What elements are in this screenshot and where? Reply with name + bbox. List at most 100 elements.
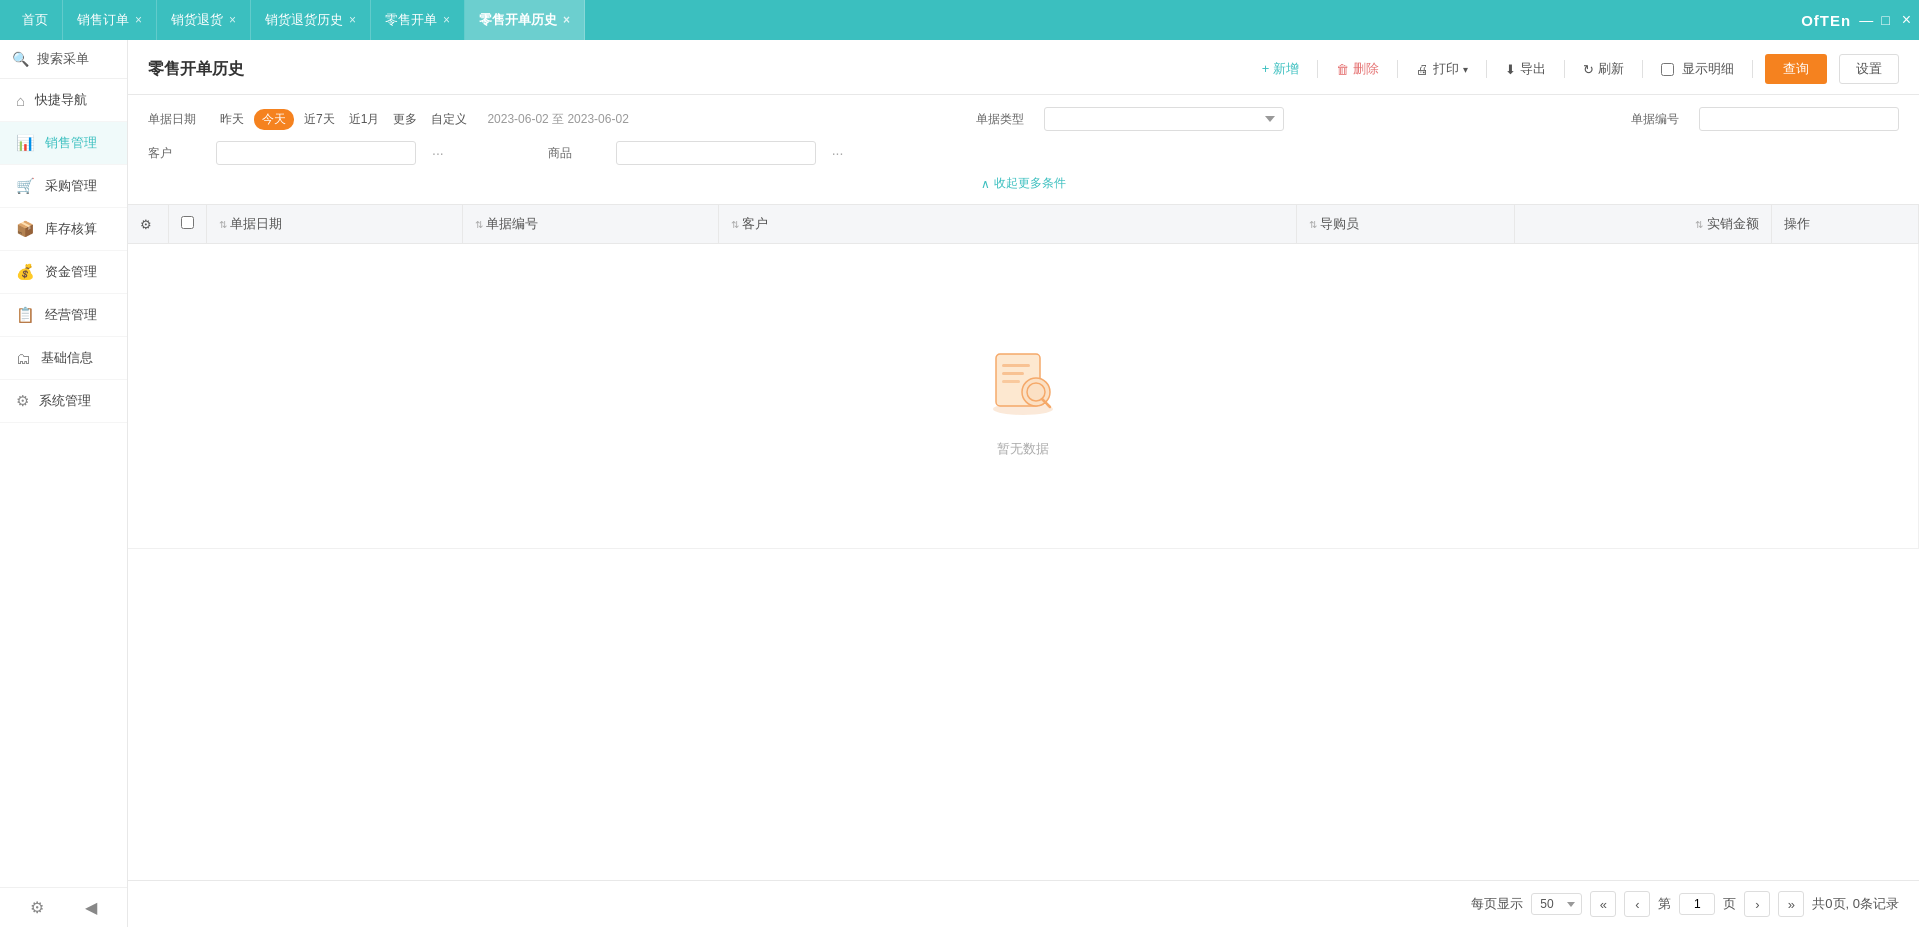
info-icon: 🗂 [16,350,31,367]
main-layout: 🔍 搜索采单 ⌂ 快捷导航 📊 销售管理 🛒 采购管理 📦 库存核算 💰 资金管… [0,40,1919,927]
date-options: 昨天 今天 近7天 近1月 更多 自定义 [216,109,471,130]
th-checkbox[interactable] [168,205,206,244]
product-browse-btn[interactable]: ··· [832,145,844,161]
tab-sales-return[interactable]: 销货退货 × [157,0,251,40]
page-suffix: 页 [1723,895,1736,913]
close-tab-retail-open-history[interactable]: × [563,13,570,27]
tab-sales-order[interactable]: 销售订单 × [63,0,157,40]
sidebar-settings-btn[interactable]: ⚙ [30,898,44,917]
export-button[interactable]: ⬇ 导出 [1499,56,1552,82]
query-button[interactable]: 查询 [1765,54,1827,84]
sidebar-item-quick-nav[interactable]: ⌂ 快捷导航 [0,79,127,122]
date-range-text: 2023-06-02 至 2023-06-02 [487,111,628,128]
delete-button[interactable]: 🗑 删除 [1330,56,1385,82]
filter-row-date: 单据日期 昨天 今天 近7天 近1月 更多 自定义 2023-06-02 至 2… [148,107,1899,131]
sidebar-item-purchase-mgmt[interactable]: 🛒 采购管理 [0,165,127,208]
date-opt-yesterday[interactable]: 昨天 [216,109,248,130]
date-opt-1month[interactable]: 近1月 [345,109,384,130]
sidebar-item-basic-info[interactable]: 🗂 基础信息 [0,337,127,380]
table-body: 暂无数据 [128,244,1919,549]
sidebar-collapse-btn[interactable]: ◀ [85,898,97,917]
tab-home[interactable]: 首页 [8,0,63,40]
doc-type-label: 单据类型 [976,111,1032,128]
th-guide[interactable]: ⇅ 导购员 [1296,205,1515,244]
system-icon: ⚙ [16,392,29,410]
column-settings-icon[interactable]: ⚙ [140,217,152,232]
toolbar-divider-5 [1642,60,1643,78]
filter-area: 单据日期 昨天 今天 近7天 近1月 更多 自定义 2023-06-02 至 2… [128,95,1919,205]
sort-icon-3: ⇅ [731,219,739,230]
toolbar-divider-2 [1397,60,1398,78]
th-doc-date[interactable]: ⇅ 单据日期 [206,205,462,244]
empty-state: 暂无数据 [140,254,1906,538]
refresh-button[interactable]: ↻ 刷新 [1577,56,1630,82]
product-label: 商品 [548,145,604,162]
page-number-input[interactable]: 1 [1679,893,1715,915]
refresh-icon: ↻ [1583,62,1594,77]
date-opt-custom[interactable]: 自定义 [427,109,471,130]
toolbar-divider-4 [1564,60,1565,78]
close-tab-sales-return[interactable]: × [229,13,236,27]
th-settings[interactable]: ⚙ [128,205,168,244]
close-tab-sales-return-history[interactable]: × [349,13,356,27]
per-page-label: 每页显示 [1471,895,1523,913]
box-icon: 📦 [16,220,35,238]
th-amount[interactable]: ⇅ 实销金额 [1515,205,1771,244]
collapse-icon: ∧ [981,177,990,191]
close-tab-retail-open[interactable]: × [443,13,450,27]
select-all-checkbox[interactable] [181,216,194,229]
first-page-btn[interactable]: « [1590,891,1616,917]
tab-retail-open-history[interactable]: 零售开单历史 × [465,0,585,40]
th-doc-number[interactable]: ⇅ 单据编号 [462,205,718,244]
customer-input[interactable] [216,141,416,165]
print-dropdown-icon: ▾ [1463,64,1468,75]
search-icon: 🔍 [12,51,29,67]
sort-icon: ⇅ [219,219,227,230]
window-restore[interactable]: □ [1881,12,1889,28]
per-page-select[interactable]: 10 20 50 100 [1531,893,1582,915]
window-minimize[interactable]: — [1859,12,1873,28]
svg-rect-4 [1002,380,1020,383]
product-input[interactable] [616,141,816,165]
toolbar-divider-3 [1486,60,1487,78]
doc-number-input[interactable] [1699,107,1899,131]
add-button[interactable]: + 新增 [1256,56,1305,82]
filter-row-customer: 客户 ··· 商品 ··· [148,141,1899,165]
date-opt-7days[interactable]: 近7天 [300,109,339,130]
date-opt-more[interactable]: 更多 [389,109,421,130]
display-detail-checkbox[interactable] [1661,63,1674,76]
sidebar-item-finance[interactable]: 💰 资金管理 [0,251,127,294]
collapse-filter-btn[interactable]: ∧ 收起更多条件 [148,175,1899,192]
delete-icon: 🗑 [1336,62,1349,77]
tab-retail-open[interactable]: 零售开单 × [371,0,465,40]
doc-number-label: 单据编号 [1631,111,1687,128]
next-page-btn[interactable]: › [1744,891,1770,917]
last-page-btn[interactable]: » [1778,891,1804,917]
display-detail-btn[interactable]: 显示明细 [1655,56,1740,82]
window-close[interactable]: × [1902,11,1911,29]
settings-button[interactable]: 设置 [1839,54,1899,84]
close-tab-sales-order[interactable]: × [135,13,142,27]
content-area: 零售开单历史 + 新增 🗑 删除 🖨 打印 ▾ ⬇ 导出 [128,40,1919,927]
sidebar-item-inventory[interactable]: 📦 库存核算 [0,208,127,251]
tab-sales-return-history[interactable]: 销货退货历史 × [251,0,371,40]
operations-icon: 📋 [16,306,35,324]
page-title: 零售开单历史 [148,59,244,80]
empty-state-cell: 暂无数据 [128,244,1919,549]
date-opt-today[interactable]: 今天 [254,109,294,130]
sidebar-item-system[interactable]: ⚙ 系统管理 [0,380,127,423]
sidebar: 🔍 搜索采单 ⌂ 快捷导航 📊 销售管理 🛒 采购管理 📦 库存核算 💰 资金管… [0,40,128,927]
prev-page-btn[interactable]: ‹ [1624,891,1650,917]
customer-browse-btn[interactable]: ··· [432,145,444,161]
th-customer[interactable]: ⇅ 客户 [718,205,1296,244]
sidebar-search[interactable]: 🔍 搜索采单 [0,40,127,79]
sidebar-item-operations[interactable]: 📋 经营管理 [0,294,127,337]
home-icon: ⌂ [16,92,25,109]
sidebar-item-sales-mgmt[interactable]: 📊 销售管理 [0,122,127,165]
doc-type-select[interactable] [1044,107,1284,131]
toolbar-divider-1 [1317,60,1318,78]
page-header: 零售开单历史 + 新增 🗑 删除 🖨 打印 ▾ ⬇ 导出 [128,40,1919,95]
sort-icon-4: ⇅ [1309,219,1317,230]
print-button[interactable]: 🖨 打印 ▾ [1410,56,1474,82]
data-table: ⚙ ⇅ 单据日期 ⇅ 单据编号 [128,205,1919,549]
